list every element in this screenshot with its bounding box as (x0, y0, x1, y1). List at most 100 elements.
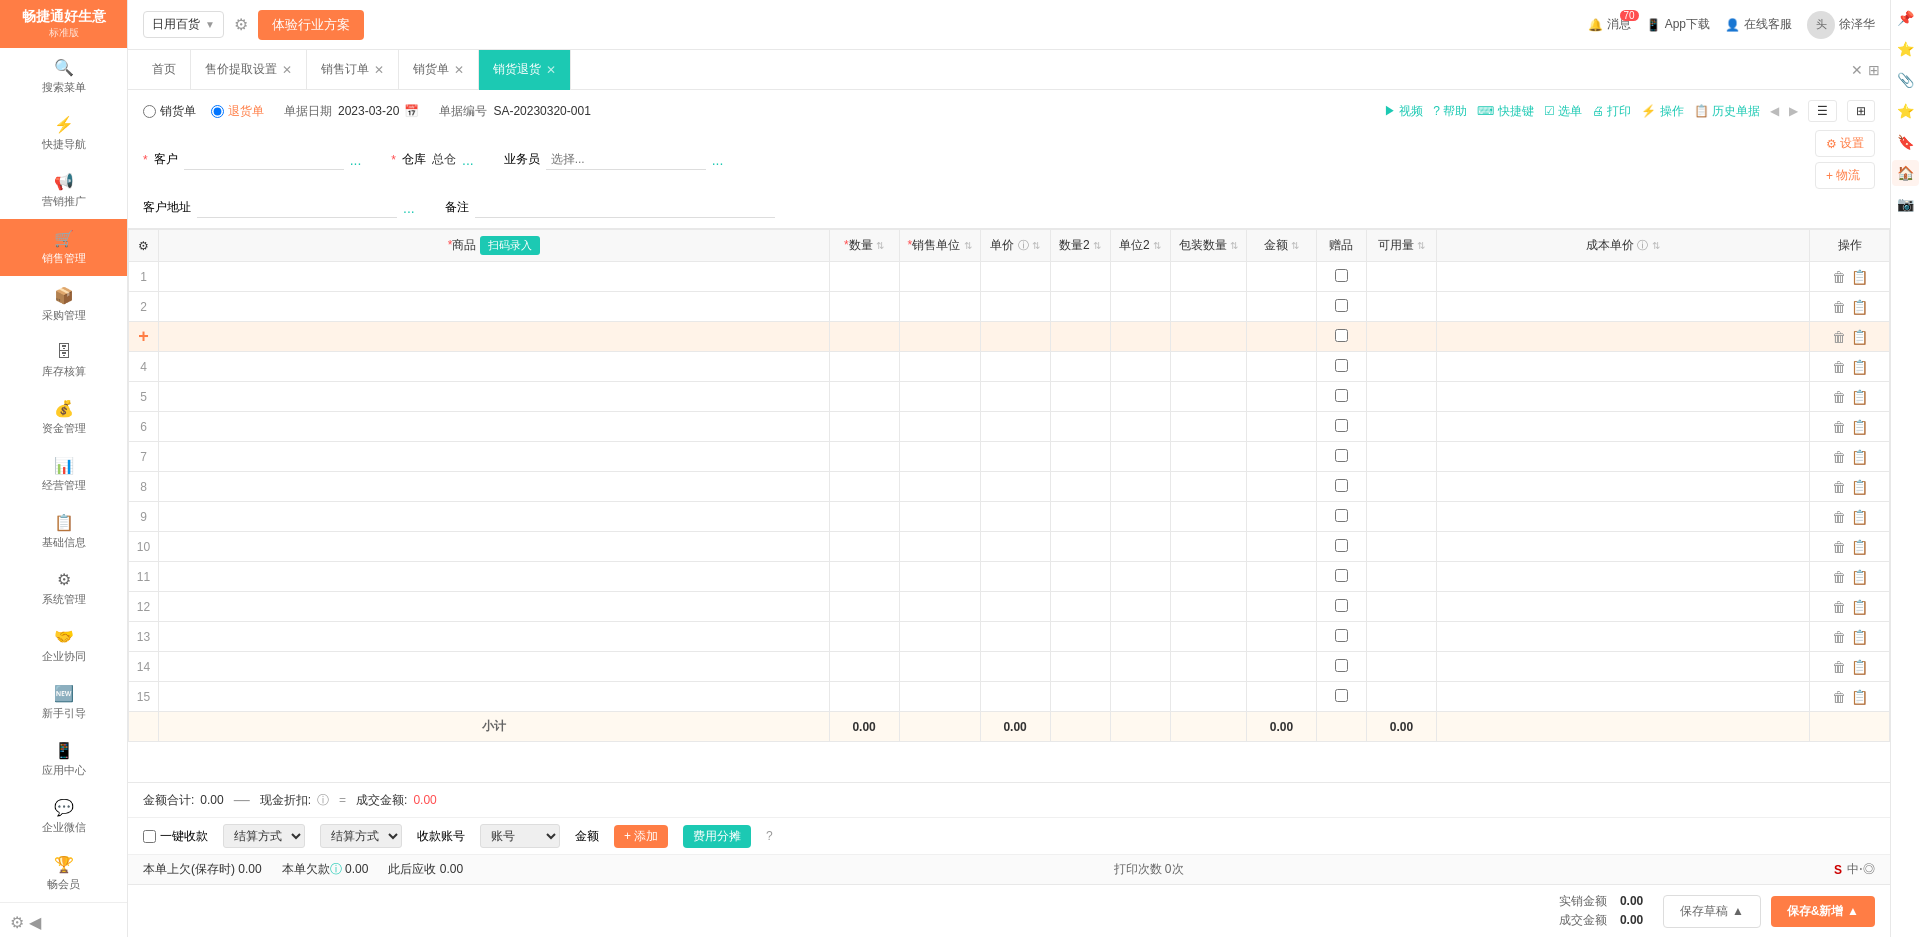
view-grid-btn[interactable]: ⊞ (1847, 100, 1875, 122)
copy-icon[interactable]: 📋 (1851, 539, 1868, 555)
address-input[interactable] (197, 197, 397, 218)
cost-price-cell[interactable] (1436, 292, 1809, 322)
salesperson-input[interactable] (546, 149, 706, 170)
available-cell[interactable] (1366, 382, 1436, 412)
right-sidebar-icon-2[interactable]: ⭐ (1892, 36, 1919, 62)
qty2-cell[interactable] (1050, 562, 1110, 592)
right-sidebar-icon-4[interactable]: ⭐ (1892, 98, 1919, 124)
delete-icon[interactable]: 🗑 (1832, 359, 1846, 375)
product-cell[interactable] (159, 532, 830, 562)
available-cell[interactable] (1366, 292, 1436, 322)
qty2-cell[interactable] (1050, 592, 1110, 622)
online-service-item[interactable]: 👤 在线客服 (1725, 16, 1792, 33)
unit2-cell[interactable] (1110, 262, 1170, 292)
logistics-btn[interactable]: + 物流 (1815, 162, 1875, 189)
copy-icon[interactable]: 📋 (1851, 419, 1868, 435)
unit2-cell[interactable] (1110, 532, 1170, 562)
cost-price-cell[interactable] (1436, 502, 1809, 532)
close-tab-sales-return-icon[interactable]: ✕ (546, 63, 556, 77)
quantity-cell[interactable] (829, 682, 899, 712)
tool-select[interactable]: ☑ 选单 (1544, 103, 1582, 120)
gift-cell[interactable] (1316, 592, 1366, 622)
tab-home[interactable]: 首页 (138, 50, 191, 90)
cost-help-icon[interactable]: ⓘ (1637, 239, 1648, 251)
right-sidebar-icon-7[interactable]: 📷 (1892, 191, 1919, 217)
unit-cell[interactable] (899, 382, 980, 412)
quantity-cell[interactable] (829, 472, 899, 502)
qty2-cell[interactable] (1050, 322, 1110, 352)
qty2-cell[interactable] (1050, 412, 1110, 442)
amount-cell[interactable] (1246, 562, 1316, 592)
sort-quantity-icon[interactable]: ⇅ (876, 240, 884, 251)
calc-method-select[interactable]: 结算方式 (320, 824, 402, 848)
sidebar-item-operations[interactable]: 📊 经营管理 (0, 446, 127, 503)
pack-qty-cell[interactable] (1170, 292, 1246, 322)
gift-cell[interactable] (1316, 292, 1366, 322)
tool-help[interactable]: ? 帮助 (1433, 103, 1467, 120)
sidebar-item-apps[interactable]: 📱 应用中心 (0, 731, 127, 788)
calendar-icon[interactable]: 📅 (404, 104, 419, 118)
gift-cell[interactable] (1316, 682, 1366, 712)
cost-price-cell[interactable] (1436, 592, 1809, 622)
quantity-cell[interactable] (829, 622, 899, 652)
cost-price-cell[interactable] (1436, 322, 1809, 352)
address-select-btn[interactable]: ... (403, 200, 415, 216)
gift-checkbox[interactable] (1335, 539, 1348, 552)
product-cell[interactable] (159, 472, 830, 502)
right-sidebar-icon-3[interactable]: 📎 (1892, 67, 1919, 93)
gift-checkbox[interactable] (1335, 689, 1348, 702)
available-cell[interactable] (1366, 502, 1436, 532)
sort-unit2-icon[interactable]: ⇅ (1153, 240, 1161, 251)
price-cell[interactable] (980, 532, 1050, 562)
unit-cell[interactable] (899, 502, 980, 532)
pack-qty-cell[interactable] (1170, 562, 1246, 592)
unit2-cell[interactable] (1110, 352, 1170, 382)
cost-price-cell[interactable] (1436, 262, 1809, 292)
price-cell[interactable] (980, 652, 1050, 682)
amount-cell[interactable] (1246, 352, 1316, 382)
gift-checkbox[interactable] (1335, 659, 1348, 672)
copy-icon[interactable]: 📋 (1851, 479, 1868, 495)
product-cell[interactable] (159, 682, 830, 712)
sidebar-item-purchase[interactable]: 📦 采购管理 (0, 276, 127, 333)
sort-amount-icon[interactable]: ⇅ (1291, 240, 1299, 251)
delete-icon[interactable]: 🗑 (1832, 599, 1846, 615)
collapse-icon[interactable]: ◀ (29, 913, 41, 932)
price-cell[interactable] (980, 292, 1050, 322)
sidebar-item-finance[interactable]: 💰 资金管理 (0, 389, 127, 446)
copy-icon[interactable]: 📋 (1851, 389, 1868, 405)
sidebar-item-marketing[interactable]: 📢 营销推广 (0, 162, 127, 219)
unit-cell[interactable] (899, 652, 980, 682)
amount-cell[interactable] (1246, 532, 1316, 562)
add-row-icon[interactable]: + (138, 326, 149, 346)
sort-qty2-icon[interactable]: ⇅ (1093, 240, 1101, 251)
nav-prev-icon[interactable]: ◀ (1770, 104, 1779, 118)
quantity-cell[interactable] (829, 322, 899, 352)
amount-cell[interactable] (1246, 442, 1316, 472)
sidebar-item-wechat[interactable]: 💬 企业微信 (0, 788, 127, 845)
available-cell[interactable] (1366, 592, 1436, 622)
gift-cell[interactable] (1316, 352, 1366, 382)
settings-icon[interactable]: ⚙ (10, 913, 24, 932)
save-new-btn[interactable]: 保存&新增 ▲ (1771, 896, 1875, 927)
discount-help-icon[interactable]: ⓘ (317, 792, 329, 809)
gift-cell[interactable] (1316, 322, 1366, 352)
quantity-cell[interactable] (829, 262, 899, 292)
gift-cell[interactable] (1316, 532, 1366, 562)
fee-split-btn[interactable]: 费用分摊 (683, 825, 751, 848)
app-download-item[interactable]: 📱 App下载 (1646, 16, 1710, 33)
quantity-cell[interactable] (829, 382, 899, 412)
available-cell[interactable] (1366, 652, 1436, 682)
amount-cell[interactable] (1246, 292, 1316, 322)
available-cell[interactable] (1366, 412, 1436, 442)
unit2-cell[interactable] (1110, 382, 1170, 412)
pack-qty-cell[interactable] (1170, 352, 1246, 382)
sort-cost-icon[interactable]: ⇅ (1652, 240, 1660, 251)
gift-checkbox[interactable] (1335, 509, 1348, 522)
tab-sales-order[interactable]: 销售订单 ✕ (307, 50, 399, 90)
sidebar-item-guide[interactable]: 🆕 新手引导 (0, 674, 127, 731)
unit2-cell[interactable] (1110, 682, 1170, 712)
quantity-cell[interactable] (829, 352, 899, 382)
sidebar-item-quick-nav[interactable]: ⚡ 快捷导航 (0, 105, 127, 162)
customer-input[interactable] (184, 149, 344, 170)
